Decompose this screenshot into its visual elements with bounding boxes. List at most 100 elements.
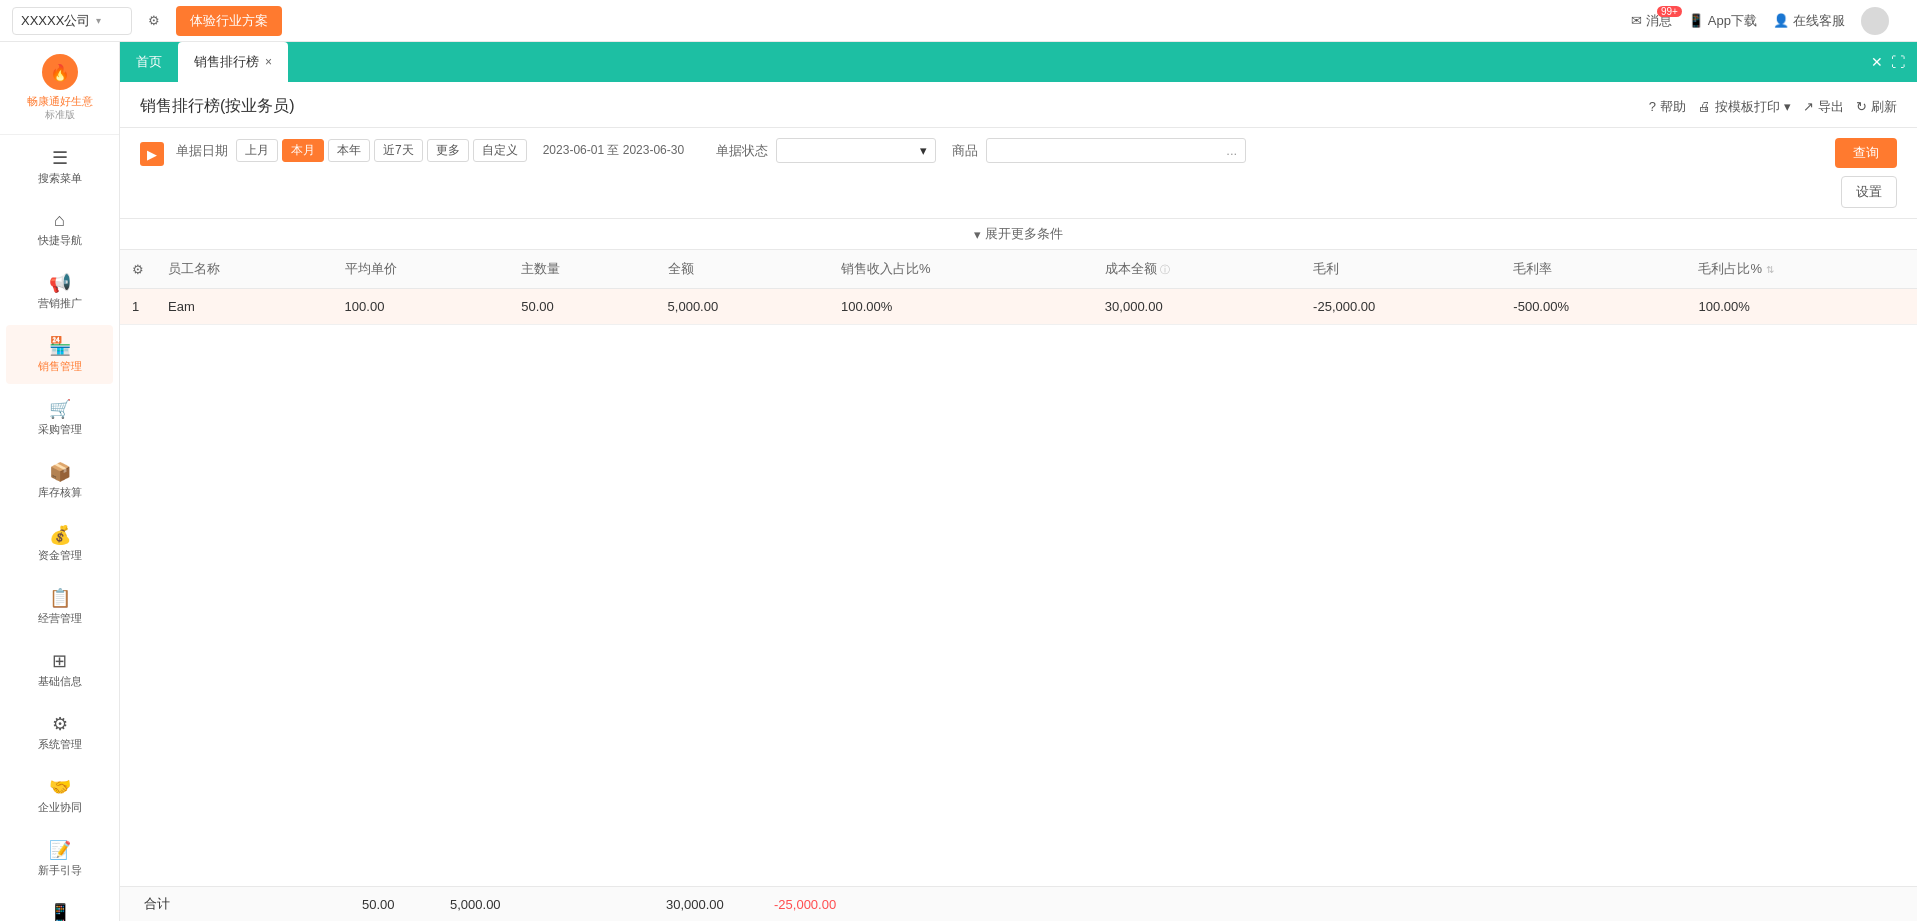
th-name: 员工名称: [156, 250, 333, 289]
status-label: 单据状态: [716, 142, 768, 160]
refresh-button[interactable]: ↻ 刷新: [1856, 98, 1897, 116]
footer-row: 合计 50.00 5,000.00 30,000.00 -25,000.00: [132, 895, 1905, 913]
th-profit: 毛利: [1301, 250, 1501, 289]
chevron-down-icon: ▾: [96, 15, 101, 26]
logo-sub: 标准版: [45, 108, 75, 122]
goods-input[interactable]: ...: [986, 138, 1246, 163]
status-select[interactable]: ▾: [776, 138, 936, 163]
footer-profit: -25,000.00: [774, 897, 874, 912]
goods-dots[interactable]: ...: [1226, 143, 1237, 158]
date-label: 单据日期: [176, 142, 228, 160]
filter-goods-item: 商品 ...: [952, 138, 1246, 163]
expand-icon: ▾: [974, 227, 981, 242]
sidebar-item-inventory[interactable]: 📦 库存核算: [6, 451, 113, 510]
sidebar-item-shortcut[interactable]: ⌂ 快捷导航: [6, 200, 113, 258]
cell-rank: 1: [120, 289, 156, 325]
cost-info-icon[interactable]: ⓘ: [1160, 264, 1170, 275]
cell-profit: -25,000.00: [1301, 289, 1501, 325]
sidebar-item-sales[interactable]: 🏪 销售管理: [6, 325, 113, 384]
footer-cost: 30,000.00: [666, 897, 766, 912]
tab-home[interactable]: 首页: [120, 42, 178, 82]
sidebar-item-search[interactable]: ☰ 搜索菜单: [6, 137, 113, 196]
tab-close-window-icon[interactable]: ✕: [1871, 54, 1883, 70]
help-button[interactable]: ? 帮助: [1649, 98, 1686, 116]
date-btn-last-month[interactable]: 上月: [236, 139, 278, 162]
cell-cost: 30,000.00: [1093, 289, 1301, 325]
trial-button[interactable]: 体验行业方案: [176, 6, 282, 36]
company-settings-button[interactable]: ⚙: [140, 7, 168, 35]
sidebar-item-label: 基础信息: [38, 674, 82, 689]
notification-button[interactable]: ✉ 消息 99+: [1631, 12, 1672, 30]
profit-pct-sort-icon[interactable]: ⇅: [1766, 264, 1774, 275]
sidebar-item-guide[interactable]: 📝 新手引导: [6, 829, 113, 888]
refresh-icon: ↻: [1856, 99, 1867, 114]
sales-icon: 🏪: [49, 335, 71, 357]
export-label: 导出: [1818, 98, 1844, 116]
filter-expand-arrow[interactable]: ▶: [140, 142, 164, 166]
sidebar-item-system[interactable]: ⚙ 系统管理: [6, 703, 113, 762]
column-settings-icon[interactable]: ⚙: [132, 262, 144, 277]
cell-name: Eam: [156, 289, 333, 325]
tab-sales-ranking[interactable]: 销售排行榜 ×: [178, 42, 288, 82]
cell-avg-price: 100.00: [333, 289, 510, 325]
app-container: XXXXX公司 ▾ ⚙ 体验行业方案 ✉ 消息 99+ 📱 App下载 👤 在线…: [0, 0, 1917, 921]
th-amount: 全额: [656, 250, 829, 289]
sidebar-item-label: 经营管理: [38, 611, 82, 626]
footer-qty: 50.00: [362, 897, 442, 912]
main-area: 🔥 畅康通好生意 标准版 ☰ 搜索菜单 ⌂ 快捷导航 📢 营销推广 🏪 销售管理: [0, 42, 1917, 921]
tab-home-label: 首页: [136, 53, 162, 71]
sidebar-item-label: 新手引导: [38, 863, 82, 878]
avatar[interactable]: [1861, 7, 1889, 35]
company-selector[interactable]: XXXXX公司 ▾: [12, 7, 132, 35]
print-dropdown-icon: ▾: [1784, 99, 1791, 114]
th-avg-price: 平均单价: [333, 250, 510, 289]
search-menu-icon: ☰: [52, 147, 68, 169]
cell-profit-rate: -500.00%: [1501, 289, 1686, 325]
table-header-row: ⚙ 员工名称 平均单价 主数量: [120, 250, 1917, 289]
sidebar-item-label: 库存核算: [38, 485, 82, 500]
date-btn-7days[interactable]: 近7天: [374, 139, 423, 162]
top-bar-left: XXXXX公司 ▾ ⚙ 体验行业方案: [12, 6, 1631, 36]
date-btn-custom[interactable]: 自定义: [473, 139, 527, 162]
operations-icon: 📋: [49, 587, 71, 609]
date-btn-this-month[interactable]: 本月: [282, 139, 324, 162]
top-bar: XXXXX公司 ▾ ⚙ 体验行业方案 ✉ 消息 99+ 📱 App下载 👤 在线…: [0, 0, 1917, 42]
date-btn-more[interactable]: 更多: [427, 139, 469, 162]
tab-maximize-icon[interactable]: ⛶: [1891, 54, 1905, 70]
table-row[interactable]: 1 Eam 100.00 50.00 5,000.00 100.00% 30,0…: [120, 289, 1917, 325]
date-btn-this-year[interactable]: 本年: [328, 139, 370, 162]
cell-sales-pct: 100.00%: [829, 289, 1093, 325]
date-btn-group: 上月 本月 本年 近7天 更多 自定义: [236, 139, 527, 162]
company-name: XXXXX公司: [21, 12, 90, 30]
expand-row: ▾ 展开更多条件: [120, 219, 1917, 250]
appstore-icon: 📱: [49, 902, 71, 921]
export-button[interactable]: ↗ 导出: [1803, 98, 1844, 116]
sidebar-item-finance[interactable]: 💰 资金管理: [6, 514, 113, 573]
sidebar-item-marketing[interactable]: 📢 营销推广: [6, 262, 113, 321]
sidebar-logo: 🔥 畅康通好生意 标准版: [0, 42, 119, 135]
app-download-button[interactable]: 📱 App下载: [1688, 12, 1757, 30]
query-button[interactable]: 查询: [1835, 138, 1897, 168]
date-range: 2023-06-01 至 2023-06-30: [543, 142, 684, 159]
cell-profit-pct: 100.00%: [1686, 289, 1917, 325]
th-cost: 成本全额 ⓘ: [1093, 250, 1301, 289]
sidebar-item-purchase[interactable]: 🛒 采购管理: [6, 388, 113, 447]
status-dropdown-icon: ▾: [920, 143, 927, 158]
th-profit-rate: 毛利率: [1501, 250, 1686, 289]
print-button[interactable]: 🖨 按模板打印 ▾: [1698, 98, 1791, 116]
filter-row: 单据日期 上月 本月 本年 近7天 更多 自定义: [176, 138, 1823, 163]
sidebar-item-operations[interactable]: 📋 经营管理: [6, 577, 113, 636]
sidebar-item-label: 销售管理: [38, 359, 82, 374]
sidebar-item-basic[interactable]: ⊞ 基础信息: [6, 640, 113, 699]
tab-close-icon[interactable]: ×: [265, 55, 272, 69]
online-service-button[interactable]: 👤 在线客服: [1773, 12, 1845, 30]
page-actions: ? 帮助 🖨 按模板打印 ▾ ↗ 导出 ↻: [1649, 98, 1897, 116]
help-label: 帮助: [1660, 98, 1686, 116]
sidebar-item-enterprise[interactable]: 🤝 企业协同: [6, 766, 113, 825]
table-container: ⚙ 员工名称 平均单价 主数量: [120, 250, 1917, 886]
expand-more-button[interactable]: ▾ 展开更多条件: [974, 225, 1063, 243]
th-sales-pct: 销售收入占比%: [829, 250, 1093, 289]
settings-button[interactable]: 设置: [1841, 176, 1897, 208]
th-profit-pct: 毛利占比% ⇅: [1686, 250, 1917, 289]
sidebar-item-appstore[interactable]: 📱 应用中心: [6, 892, 113, 921]
